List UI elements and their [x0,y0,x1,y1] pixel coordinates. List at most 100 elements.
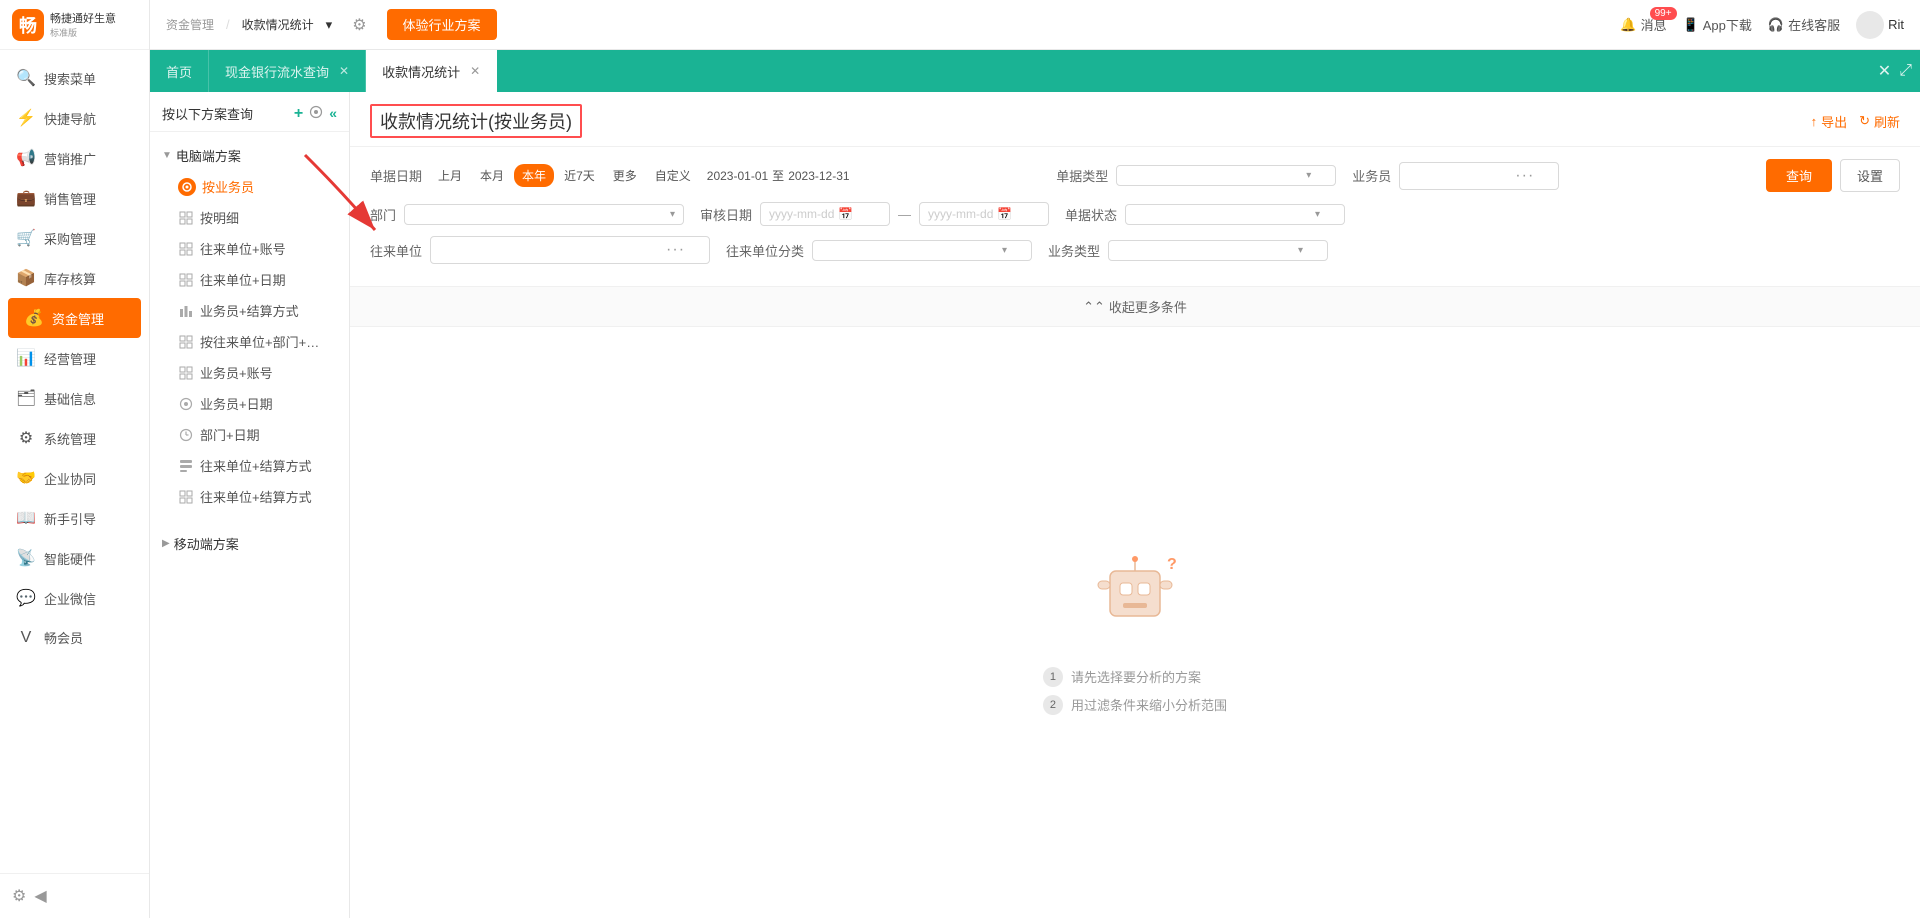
sidebar-item-guide[interactable]: 📖 新手引导 [0,498,149,538]
sidebar-item-marketing[interactable]: 📢 营销推广 [0,138,149,178]
scheme-item-salesperson-date[interactable]: 业务员+日期 [150,388,349,419]
counterpart-settle1-icon [178,458,194,474]
sidebar-item-purchase[interactable]: 🛒 采购管理 [0,218,149,258]
scheme-item-counterpart-account[interactable]: 往来单位+账号 [150,233,349,264]
sidebar-item-member[interactable]: V 畅会员 [0,618,149,657]
collapse-panel-icon[interactable]: « [329,105,337,123]
dept-select[interactable]: ▾ [404,204,684,225]
dropdown-chevron-icon: ▾ [326,17,333,33]
bar-chart-icon [178,303,194,319]
filter-row-3: 往来单位 ··· 往来单位分类 ▾ [370,236,1900,264]
search-icon: 🔍 [16,68,36,88]
date-tab-this-year[interactable]: 本年 [514,164,554,187]
setting-button[interactable]: 设置 [1840,159,1900,192]
counterpart-filter-label: 往来单位 [370,241,422,260]
tab-collection-stats[interactable]: 收款情况统计 ✕ [366,50,497,92]
header-gear-icon[interactable]: ⚙ [352,15,366,35]
counterpart-category-select[interactable]: ▾ [812,240,1032,261]
header-dropdown[interactable]: ▾ [326,17,333,33]
date-tab-this-month[interactable]: 本月 [472,164,512,187]
empty-state: ? 1 请先选择要分析的方案 2 用过滤条件来缩小分析范围 [350,327,1920,918]
page-area: 按以下方案查询 + « ▼ 电脑端方案 [150,92,1920,918]
review-date-label: 审核日期 [700,205,752,224]
counterpart-select[interactable]: ··· [430,236,710,264]
scheme-item-by-detail[interactable]: 按明细 [150,202,349,233]
filter-dept-item: 部门 ▾ [370,204,684,225]
tab-close-all-icon[interactable]: ✕ [1878,61,1891,81]
circle2-icon [178,396,194,412]
tab-collection-stats-close[interactable]: ✕ [470,64,480,78]
date-tab-custom[interactable]: 自定义 [647,164,699,187]
left-scheme-panel: 按以下方案查询 + « ▼ 电脑端方案 [150,92,350,918]
type-select[interactable]: ▾ [1116,165,1336,186]
scheme-item-salesperson-account[interactable]: 业务员+账号 [150,357,349,388]
salesperson-select[interactable]: ··· [1399,162,1559,190]
scheme-item-counterpart-date[interactable]: 往来单位+日期 [150,264,349,295]
sidebar-item-wechat[interactable]: 💬 企业微信 [0,578,149,618]
sidebar-item-system[interactable]: ⚙ 系统管理 [0,418,149,458]
review-date-end[interactable]: yyyy-mm-dd 📅 [919,202,1049,226]
scheme-item-by-counterpart-dept[interactable]: 按往来单位+部门+收... [150,326,349,357]
inventory-icon: 📦 [16,268,36,288]
hardware-icon: 📡 [16,548,36,568]
sidebar-item-hardware[interactable]: 📡 智能硬件 [0,538,149,578]
basic-info-icon: 🗂 [16,388,36,408]
filter-salesperson-item: 业务员 ··· [1352,162,1559,190]
biz-type-select[interactable]: ▾ [1108,240,1328,261]
sidebar-item-basic-info[interactable]: 🗂 基础信息 [0,378,149,418]
sidebar-item-operations[interactable]: 📊 经营管理 [0,338,149,378]
main-area: 资金管理 / 收款情况统计 ▾ ⚙ 体验行业方案 🔔 消息 99+ 📱 App下… [150,0,1920,918]
sidebar-item-quicknav[interactable]: ⚡ 快捷导航 [0,98,149,138]
collapse-more-conditions[interactable]: ⌃⌃ 收起更多条件 [350,287,1920,327]
query-button[interactable]: 查询 [1766,159,1832,192]
footer-collapse-icon[interactable]: ◀ [34,886,46,906]
counterpart-category-chevron-icon: ▾ [1002,245,1007,256]
scheme-item-salesperson-settle[interactable]: 业务员+结算方式 [150,295,349,326]
scheme-parent-desktop[interactable]: ▼ 电脑端方案 [150,140,349,171]
collab-icon: 🤝 [16,468,36,488]
sidebar-item-search[interactable]: 🔍 搜索菜单 [0,58,149,98]
tab-bank-flow-close[interactable]: ✕ [339,64,349,78]
biz-type-chevron-icon: ▾ [1298,245,1303,256]
scheme-item-counterpart-settle2[interactable]: 往来单位+结算方式 [150,481,349,512]
sidebar-item-sales[interactable]: 💼 销售管理 [0,178,149,218]
date-tab-more[interactable]: 更多 [605,164,645,187]
scheme-item-dept-date[interactable]: 部门+日期 [150,419,349,450]
calendar-end-icon: 📅 [997,207,1012,221]
scheme-item-counterpart-settle1[interactable]: 往来单位+结算方式 [150,450,349,481]
tab-bar-right: ✕ ⤢ [1878,61,1920,81]
date-tab-last-month[interactable]: 上月 [430,164,470,187]
footer-settings-icon[interactable]: ⚙ [12,886,26,906]
sidebar-item-inventory[interactable]: 📦 库存核算 [0,258,149,298]
collapse-text: ⌃⌃ 收起更多条件 [1083,297,1187,316]
scheme-parent-mobile[interactable]: ▶ 移动端方案 [150,528,349,559]
tab-home[interactable]: 首页 [150,50,209,92]
date-tab-7days[interactable]: 近7天 [556,164,603,187]
sidebar-item-collab[interactable]: 🤝 企业协同 [0,458,149,498]
export-button[interactable]: ↑ 导出 [1811,112,1848,131]
counterpart-dots[interactable]: ··· [666,241,685,259]
user-profile[interactable]: Rit [1856,11,1904,39]
sidebar-item-finance[interactable]: 💰 资金管理 [8,298,141,338]
salesperson-account-icon [178,365,194,381]
counterpart-category-label: 往来单位分类 [726,241,804,260]
message-button[interactable]: 🔔 消息 99+ [1620,15,1666,34]
status-filter-label: 单据状态 [1065,205,1117,224]
tab-expand-icon[interactable]: ⤢ [1899,62,1912,80]
trial-button[interactable]: 体验行业方案 [387,9,497,40]
status-select[interactable]: ▾ [1125,204,1345,225]
online-service-button[interactable]: 🎧 在线客服 [1768,15,1840,34]
filter-type-item: 单据类型 ▾ [1056,165,1336,186]
tab-bar: 首页 现金银行流水查询 ✕ 收款情况统计 ✕ ✕ ⤢ [150,50,1920,92]
salesperson-dots[interactable]: ··· [1515,167,1534,185]
scheme-settings-icon[interactable] [309,105,323,123]
tab-bank-flow[interactable]: 现金银行流水查询 ✕ [209,50,366,92]
review-date-start[interactable]: yyyy-mm-dd 📅 [760,202,890,226]
collapse-up-icon: ⌃⌃ [1083,299,1105,315]
filter-row-2: 部门 ▾ 审核日期 yyyy-mm-dd 📅 — [370,202,1900,226]
active-scheme-icon [178,178,196,196]
add-scheme-button[interactable]: + [294,105,303,123]
app-download-button[interactable]: 📱 App下载 [1683,15,1752,34]
refresh-button[interactable]: ↻ 刷新 [1859,112,1900,131]
scheme-item-by-salesperson[interactable]: 按业务员 [150,171,349,202]
